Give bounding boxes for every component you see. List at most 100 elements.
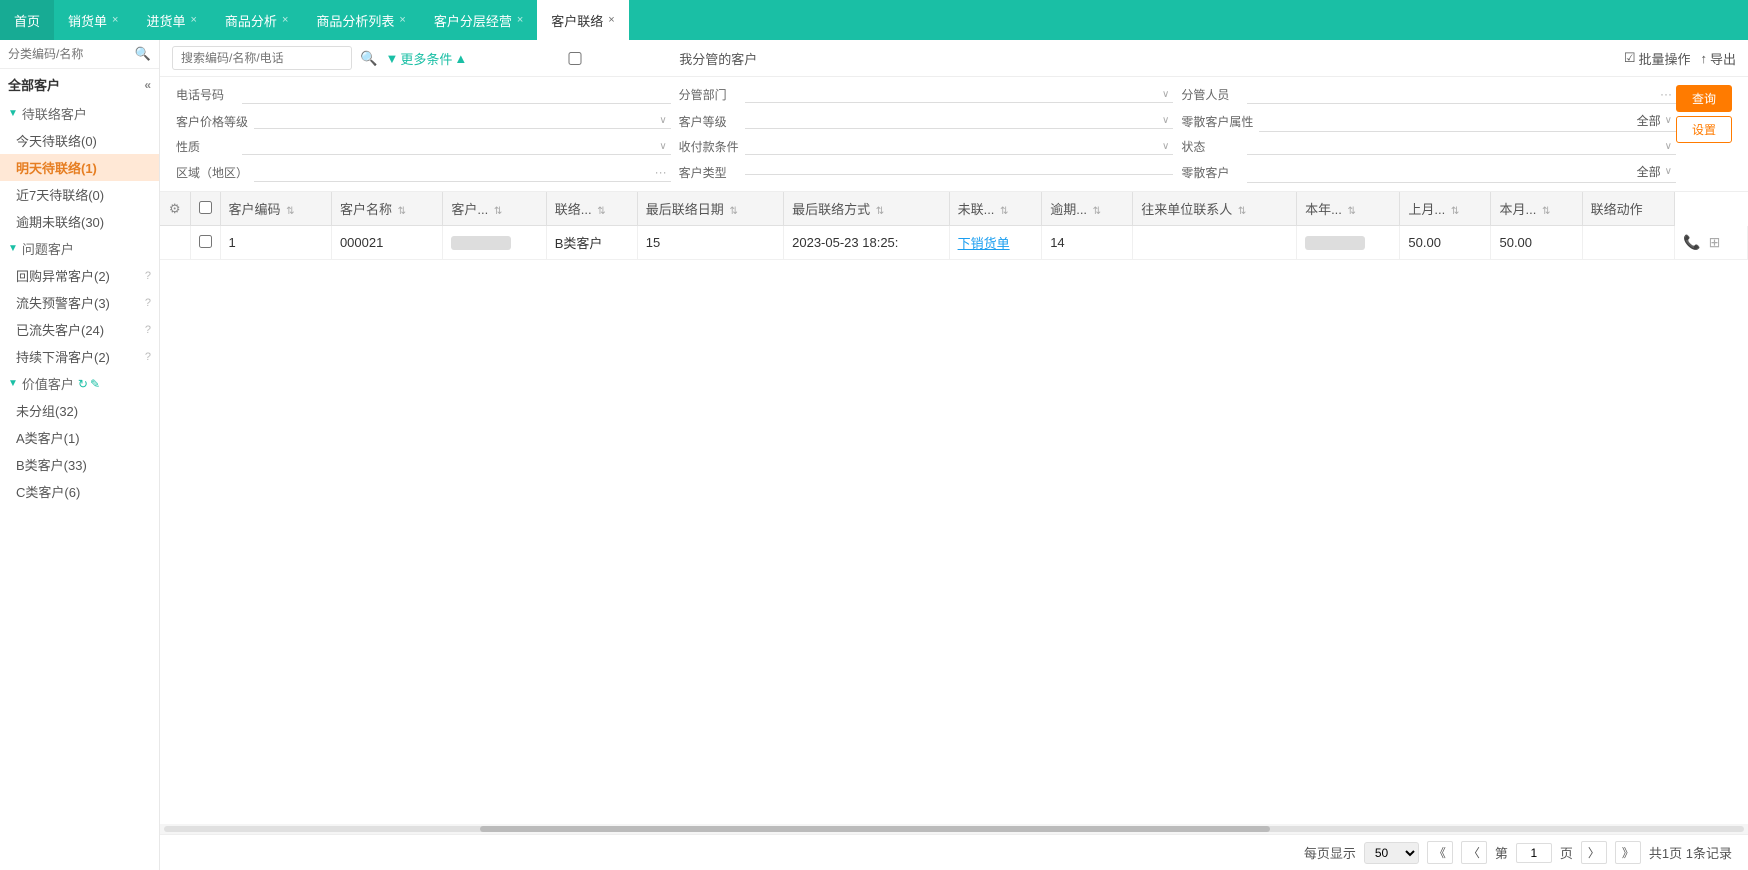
page-size-select[interactable]: 50 100 200: [1364, 842, 1419, 864]
next-page-button[interactable]: 〉: [1581, 841, 1607, 864]
nav-product-analysis-list[interactable]: 商品分析列表 ×: [302, 0, 419, 40]
region-select[interactable]: ···: [254, 163, 671, 182]
cell-current-month: [1582, 226, 1675, 260]
pagination-bar: 每页显示 50 100 200 《 〈 第 页 〉 》 共1页 1条记录: [160, 834, 1748, 870]
sidebar-item-class-a[interactable]: A类客户(1): [0, 424, 159, 451]
sidebar-item-repurchase-abnormal[interactable]: 回购异常客户(2) ?: [0, 262, 159, 289]
collapse-icon[interactable]: «: [144, 78, 151, 92]
sidebar-group-pending[interactable]: ▼ 待联络客户: [0, 100, 159, 127]
sidebar-item-7days[interactable]: 近7天待联络(0): [0, 181, 159, 208]
dots-icon[interactable]: ···: [1660, 87, 1672, 101]
sort-icon[interactable]: ⇅: [876, 206, 884, 217]
sidebar-item-declining[interactable]: 持续下滑客户(2) ?: [0, 343, 159, 370]
close-icon[interactable]: ×: [190, 14, 196, 26]
table-settings-col[interactable]: ⚙: [160, 192, 190, 226]
sort-icon[interactable]: ⇅: [1093, 206, 1101, 217]
sidebar-item-today[interactable]: 今天待联络(0): [0, 127, 159, 154]
status-label: 状态: [1181, 138, 1241, 155]
my-customers-checkbox[interactable]: 我分管的客户: [475, 49, 757, 68]
sidebar-search-input[interactable]: [8, 47, 135, 61]
nav-customer-tier[interactable]: 客户分层经营 ×: [420, 0, 537, 40]
sidebar-item-overdue[interactable]: 逾期未联络(30): [0, 208, 159, 235]
nav-home[interactable]: 首页: [0, 0, 54, 40]
horizontal-scrollbar[interactable]: [160, 824, 1748, 834]
search-icon[interactable]: 🔍: [135, 46, 151, 62]
last-page-button[interactable]: 》: [1615, 841, 1641, 864]
sort-icon[interactable]: ⇅: [1542, 206, 1550, 217]
select-all-checkbox[interactable]: [199, 201, 212, 214]
filter-sub-dept: 分管部门 ∨: [679, 86, 1174, 103]
export-button[interactable]: ↑ 导出: [1700, 49, 1736, 68]
query-button[interactable]: 查询: [1676, 85, 1732, 112]
sub-dept-select[interactable]: ∨: [745, 87, 1174, 103]
nav-purchase-order[interactable]: 进货单 ×: [132, 0, 210, 40]
customer-type-select[interactable]: [745, 170, 1174, 175]
retail-customer-select[interactable]: 全部 ∨: [1247, 161, 1676, 183]
table-checkbox-col[interactable]: [190, 192, 220, 226]
sort-icon[interactable]: ⇅: [398, 206, 406, 217]
top-nav: 首页 销货单 × 进货单 × 商品分析 × 商品分析列表 × 客户分层经营 × …: [0, 0, 1748, 40]
sidebar-item-churn-warning[interactable]: 流失预警客户(3) ?: [0, 289, 159, 316]
retail-attr-select[interactable]: 全部 ∨: [1259, 110, 1676, 132]
sub-dept-label: 分管部门: [679, 86, 739, 103]
grid-action-icon[interactable]: ⊞: [1709, 234, 1721, 251]
phone-input[interactable]: [242, 85, 671, 104]
close-icon[interactable]: ×: [608, 14, 614, 26]
sidebar-group-problem[interactable]: ▼ 问题客户: [0, 235, 159, 262]
sort-icon[interactable]: ⇅: [494, 206, 502, 217]
sort-icon[interactable]: ⇅: [286, 206, 294, 217]
sidebar-group-value[interactable]: ▼ 价值客户 ↻ ✎: [0, 370, 159, 397]
search-input[interactable]: [172, 46, 352, 70]
filter-nature: 性质 ∨: [176, 138, 671, 155]
payment-terms-select[interactable]: ∨: [745, 139, 1174, 155]
row-checkbox[interactable]: [190, 226, 220, 260]
close-icon[interactable]: ×: [399, 14, 405, 26]
phone-action-icon[interactable]: 📞: [1683, 234, 1700, 251]
main-layout: 🔍 全部客户 « ▼ 待联络客户 今天待联络(0) 明天待联络(1) 近7天待联…: [0, 40, 1748, 870]
more-conditions-button[interactable]: ▼ 更多条件 ▲: [385, 49, 467, 68]
page-number-input[interactable]: [1516, 843, 1552, 863]
col-customer-name: 客户名称 ⇅: [331, 192, 442, 226]
sort-icon[interactable]: ⇅: [1238, 206, 1246, 217]
nav-product-analysis[interactable]: 商品分析 ×: [211, 0, 302, 40]
table-row: 1 000021 B类客户 15 2023-05-23 18:25: 下销货单 …: [160, 226, 1748, 260]
cell-name: [443, 226, 546, 260]
customer-level-select[interactable]: ∨: [745, 113, 1174, 129]
edit-icon[interactable]: ✎: [90, 377, 100, 391]
prev-page-button[interactable]: 〈: [1461, 841, 1487, 864]
my-customers-check[interactable]: [475, 52, 675, 65]
price-level-select[interactable]: ∨: [254, 113, 671, 129]
sub-person-select[interactable]: ···: [1247, 85, 1676, 104]
dots-icon[interactable]: ···: [655, 165, 667, 179]
sort-icon[interactable]: ⇅: [597, 206, 605, 217]
cell-last-month: 50.00: [1491, 226, 1582, 260]
help-icon: ?: [145, 324, 151, 336]
sort-icon[interactable]: ⇅: [1000, 206, 1008, 217]
sort-icon[interactable]: ⇅: [729, 206, 737, 217]
settings-button[interactable]: 设置: [1676, 116, 1732, 143]
filter-phone: 电话号码: [176, 85, 671, 104]
refresh-icon[interactable]: ↻: [78, 377, 88, 391]
batch-operation-button[interactable]: ☑ 批量操作: [1624, 49, 1691, 68]
sort-icon[interactable]: ⇅: [1348, 206, 1356, 217]
nav-customer-contact[interactable]: 客户联络 ×: [537, 0, 628, 40]
first-page-button[interactable]: 《: [1427, 841, 1453, 864]
filter-retail-customer: 零散客户 全部 ∨: [1181, 161, 1676, 183]
sort-icon[interactable]: ⇅: [1451, 206, 1459, 217]
close-icon[interactable]: ×: [517, 14, 523, 26]
close-icon[interactable]: ×: [282, 14, 288, 26]
sidebar-item-ungrouped[interactable]: 未分组(32): [0, 397, 159, 424]
nature-select[interactable]: ∨: [242, 139, 671, 155]
nav-sales-order[interactable]: 销货单 ×: [54, 0, 132, 40]
close-icon[interactable]: ×: [112, 14, 118, 26]
sidebar-item-class-b[interactable]: B类客户(33): [0, 451, 159, 478]
all-customers-header[interactable]: 全部客户 «: [0, 69, 159, 100]
sidebar-item-class-c[interactable]: C类客户(6): [0, 478, 159, 505]
sidebar-item-churned[interactable]: 已流失客户(24) ?: [0, 316, 159, 343]
filter-region: 区域（地区） ···: [176, 163, 671, 182]
search-button[interactable]: 🔍: [360, 50, 377, 67]
status-select[interactable]: ∨: [1247, 139, 1676, 155]
cell-code: 000021: [331, 226, 442, 260]
sidebar-item-tomorrow[interactable]: 明天待联络(1): [0, 154, 159, 181]
scrollbar-thumb[interactable]: [480, 826, 1270, 832]
